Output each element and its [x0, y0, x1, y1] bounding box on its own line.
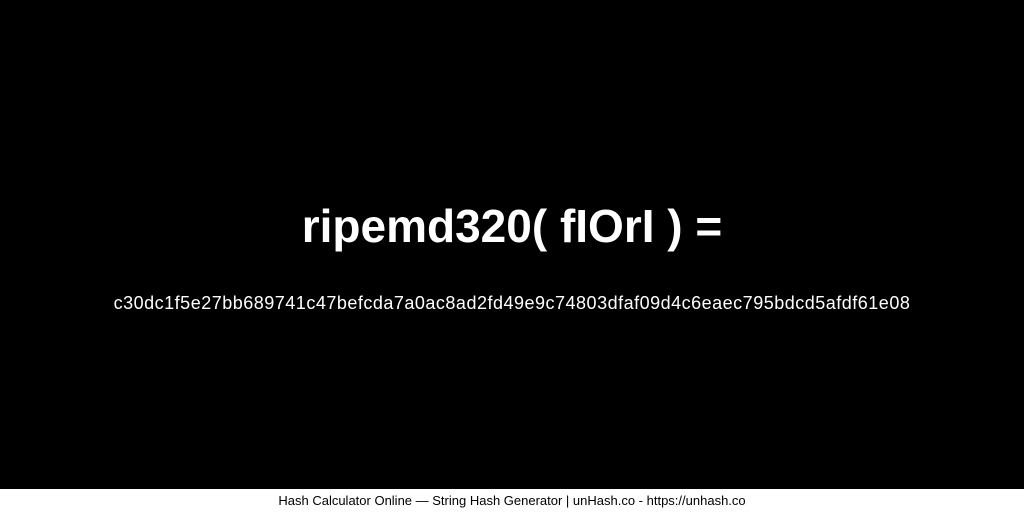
footer-text: Hash Calculator Online — String Hash Gen… — [278, 493, 745, 508]
main-content: ripemd320( fIOrI ) = c30dc1f5e27bb689741… — [114, 199, 911, 314]
hash-expression: ripemd320( fIOrI ) = — [302, 199, 723, 253]
hash-result: c30dc1f5e27bb689741c47befcda7a0ac8ad2fd4… — [114, 293, 911, 314]
footer: Hash Calculator Online — String Hash Gen… — [0, 489, 1024, 512]
